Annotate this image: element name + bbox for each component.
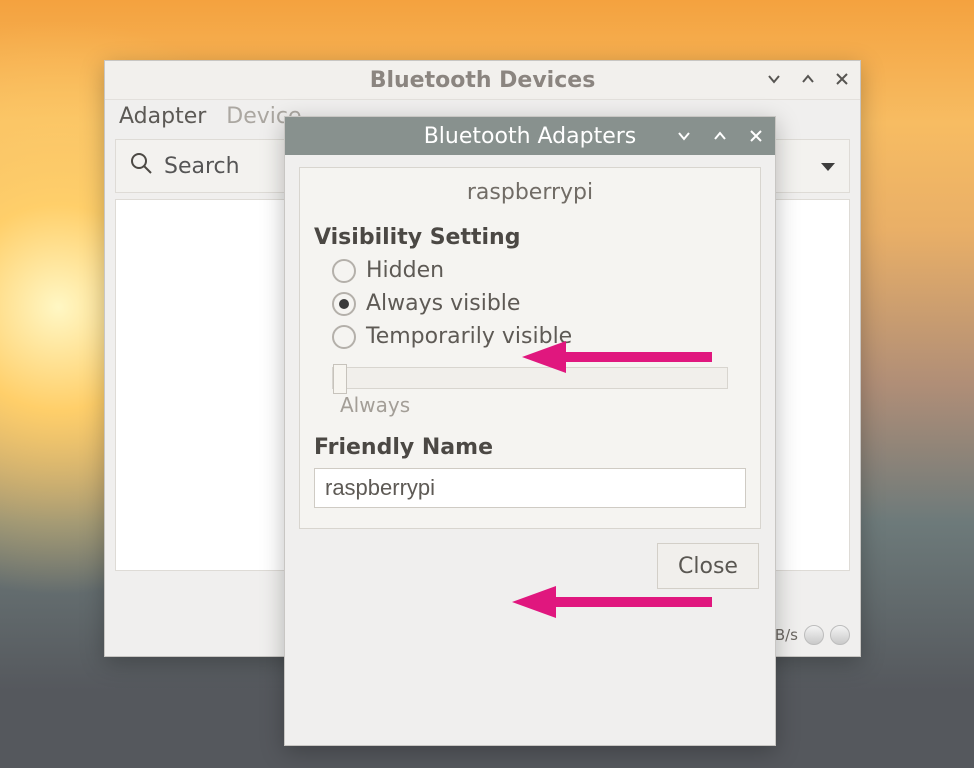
menu-adapter[interactable]: Adapter (119, 104, 206, 129)
friendly-name-input[interactable] (314, 468, 746, 508)
search-button[interactable]: Search (122, 146, 246, 186)
devices-window-controls (763, 68, 853, 90)
visibility-timeout-slider[interactable] (332, 367, 728, 389)
friendly-name-section-label: Friendly Name (314, 435, 746, 460)
search-label: Search (164, 154, 240, 179)
dialog-button-row: Close (299, 529, 761, 589)
search-icon (128, 150, 154, 182)
adapters-window-controls (673, 125, 767, 147)
slider-thumb[interactable] (333, 364, 347, 394)
visibility-option-label: Always visible (366, 291, 520, 316)
visibility-option-label: Temporarily visible (366, 324, 572, 349)
close-button[interactable]: Close (657, 543, 759, 589)
close-button-label: Close (678, 554, 738, 579)
status-rate: B/s (775, 626, 798, 644)
radio-icon (332, 292, 356, 316)
visibility-option-always[interactable]: Always visible (332, 291, 746, 316)
minimize-icon[interactable] (763, 68, 785, 90)
adapters-body: raspberrypi Visibility Setting Hidden Al… (285, 155, 775, 605)
close-icon[interactable] (745, 125, 767, 147)
visibility-section-label: Visibility Setting (314, 225, 746, 250)
visibility-option-hidden[interactable]: Hidden (332, 258, 746, 283)
adapter-display-name: raspberrypi (314, 176, 746, 219)
radio-icon (332, 259, 356, 283)
visibility-option-temporary[interactable]: Temporarily visible (332, 324, 746, 349)
bluetooth-adapters-dialog: Bluetooth Adapters raspberrypi Visibilit… (284, 116, 776, 746)
devices-titlebar[interactable]: Bluetooth Devices (105, 61, 860, 100)
maximize-icon[interactable] (709, 125, 731, 147)
visibility-option-label: Hidden (366, 258, 444, 283)
devices-title: Bluetooth Devices (370, 68, 596, 93)
maximize-icon[interactable] (797, 68, 819, 90)
toolbar-menu-caret[interactable] (813, 157, 843, 176)
adapters-title: Bluetooth Adapters (424, 124, 637, 149)
status-indicator-tx-icon (830, 625, 850, 645)
minimize-icon[interactable] (673, 125, 695, 147)
radio-icon (332, 325, 356, 349)
adapters-titlebar[interactable]: Bluetooth Adapters (285, 117, 775, 155)
adapters-panel: raspberrypi Visibility Setting Hidden Al… (299, 167, 761, 529)
status-indicator-rx-icon (804, 625, 824, 645)
close-icon[interactable] (831, 68, 853, 90)
slider-caption: Always (340, 393, 746, 417)
